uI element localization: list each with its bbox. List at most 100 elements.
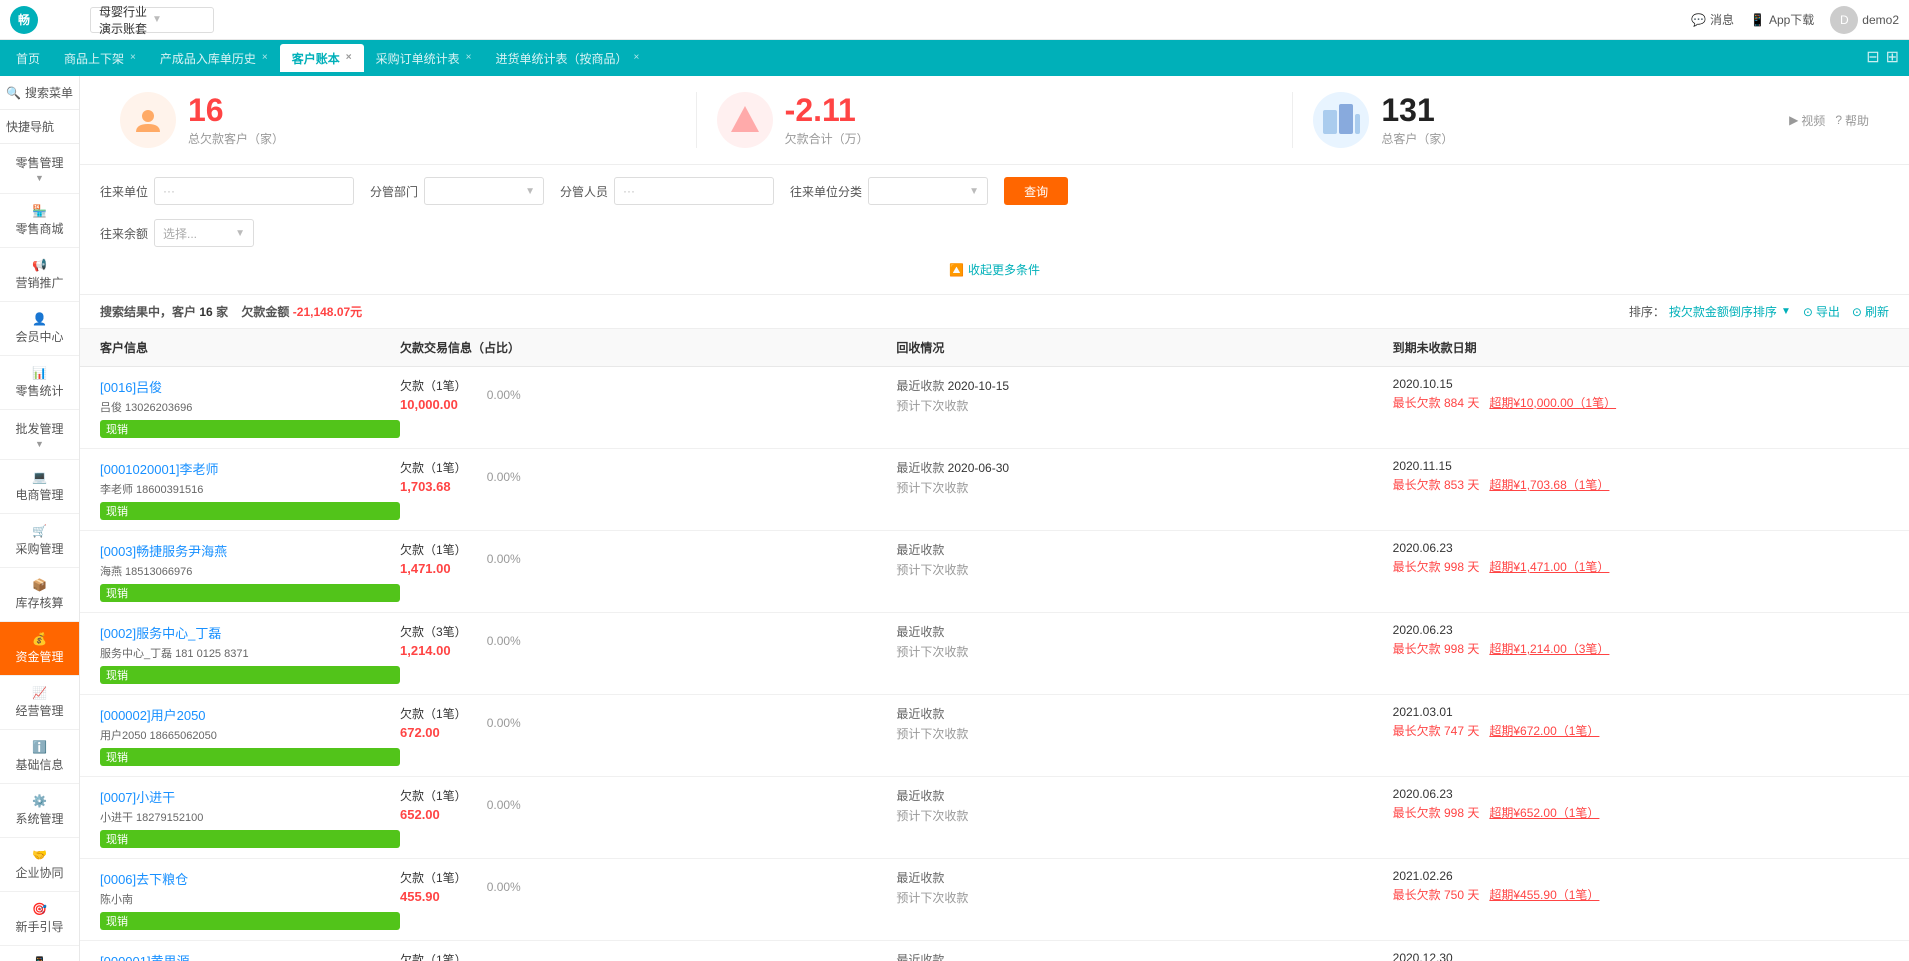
person-input[interactable]: ··· xyxy=(614,177,774,205)
overdue-info-cell: 2020.06.23 最长欠款 998 天 超期¥1,471.00（1笔） xyxy=(1393,541,1889,575)
sidebar-item-enterprise-coop[interactable]: 🤝 企业协同 xyxy=(0,838,79,892)
sort-control: 排序： 按欠款金额倒序排序 ▼ xyxy=(1629,303,1791,320)
tab-minimize-btn[interactable]: ⊟ xyxy=(1866,50,1879,66)
stat-info-total-customers: 131 总客户（家） xyxy=(1381,94,1453,147)
overdue-link[interactable]: 超期¥1,214.00（3笔） xyxy=(1489,642,1609,656)
message-icon: 💬 xyxy=(1691,13,1706,27)
customer-name-link[interactable]: [000001]黄思源 xyxy=(100,951,400,961)
overdue-link[interactable]: 超期¥1,703.68（1笔） xyxy=(1489,478,1609,492)
filter-row-2: 往来余额 选择... ▼ xyxy=(100,219,1889,247)
customer-name-link[interactable]: [0006]去下粮仓 xyxy=(100,869,400,888)
customer-info-cell: [0006]去下粮仓 陈小南 现销 xyxy=(100,869,400,930)
customer-name-link[interactable]: [000002]用户2050 xyxy=(100,705,400,724)
table-row: [0006]去下粮仓 陈小南 现销 欠款（1笔） 455.90 0.00% 最近… xyxy=(80,859,1909,941)
return-info-cell: 最近收款 预计下次收款 xyxy=(896,787,1392,824)
tab-close-icon[interactable]: × xyxy=(466,53,472,63)
table-row: [000002]用户2050 用户2050 18665062050 现销 欠款（… xyxy=(80,695,1909,777)
sidebar-item-newbie-guide[interactable]: 🎯 新手引导 xyxy=(0,892,79,946)
search-icon: 🔍 xyxy=(6,86,21,100)
overdue-link[interactable]: 超期¥1,471.00（1笔） xyxy=(1489,560,1609,574)
tab-bar-right: ⊟ ⊞ xyxy=(1866,50,1905,66)
person-label: 分管人员 xyxy=(560,183,608,200)
app-download-btn[interactable]: 📱 App下载 xyxy=(1750,11,1814,28)
last-return-label: 最近收款 2020-06-30 xyxy=(896,459,1392,476)
overdue-link[interactable]: 超期¥652.00（1笔） xyxy=(1489,806,1599,820)
tab-customer-account[interactable]: 客户账本 × xyxy=(280,44,364,72)
sidebar-item-business-mgmt[interactable]: 📈 经营管理 xyxy=(0,676,79,730)
tab-purchase-order[interactable]: 采购订单统计表 × xyxy=(364,44,484,72)
tab-expand-btn[interactable]: ⊞ xyxy=(1886,50,1899,66)
debt-amount: 1,471.00 xyxy=(400,561,467,576)
store-selector[interactable]: 母婴行业演示账套 ▼ xyxy=(90,7,214,33)
col-debt-info: 欠款交易信息（占比） xyxy=(400,339,896,356)
sidebar-item-inventory[interactable]: 📦 库存核算 xyxy=(0,568,79,622)
supplier-input[interactable]: ··· xyxy=(154,177,354,205)
last-return-label: 最近收款 xyxy=(896,869,1392,886)
query-button[interactable]: 查询 xyxy=(1004,177,1068,205)
due-date: 2020.06.23 xyxy=(1393,623,1889,637)
table: 客户信息 欠款交易信息（占比） 回收情况 到期未收款日期 [0016]吕俊 吕俊… xyxy=(80,329,1909,961)
customer-contact: 陈小南 xyxy=(100,891,400,907)
sidebar-item-finance[interactable]: 💰 资金管理 xyxy=(0,622,79,676)
sidebar-search[interactable]: 🔍 搜索菜单 xyxy=(0,76,79,110)
sidebar-item-retail-stats[interactable]: 📊 零售统计 xyxy=(0,356,79,410)
dept-select[interactable]: ▼ xyxy=(424,177,544,205)
refresh-btn[interactable]: ⊙ 刷新 xyxy=(1852,303,1889,320)
sort-arrow-icon[interactable]: ▼ xyxy=(1781,306,1791,317)
sidebar-quick-nav[interactable]: 快捷导航 xyxy=(0,110,79,144)
last-return-label: 最近收款 xyxy=(896,623,1392,640)
overdue-link[interactable]: 超期¥10,000.00（1笔） xyxy=(1489,396,1616,410)
status-badge: 现销 xyxy=(100,420,400,438)
tab-close-icon[interactable]: × xyxy=(633,53,639,63)
debt-info: 欠款（1笔） 10,000.00 xyxy=(400,377,467,412)
tab-inventory-stats[interactable]: 进货单统计表（按商品） × xyxy=(483,44,651,72)
customer-name-link[interactable]: [0001020001]李老师 xyxy=(100,459,400,478)
video-help-btn[interactable]: ▶ 视频 xyxy=(1789,112,1825,129)
tab-production-history-label: 产成品入库单历史 xyxy=(160,50,256,67)
content-area: 16 总欠款客户（家） -2.11 欠款合计（万） xyxy=(80,76,1909,961)
collapse-more-btn[interactable]: 🔼 收起更多条件 xyxy=(100,257,1889,282)
customer-name-link[interactable]: [0007]小进干 xyxy=(100,787,400,806)
debt-info-cell: 欠款（1笔） 429.00 0.00% xyxy=(400,951,896,961)
sidebar-item-batch-mgmt[interactable]: 批发管理 ▼ xyxy=(0,410,79,460)
balance-select[interactable]: 选择... ▼ xyxy=(154,219,254,247)
return-info-cell: 最近收款 预计下次收款 xyxy=(896,869,1392,906)
sidebar-item-marketing[interactable]: 📢 营销推广 xyxy=(0,248,79,302)
tab-close-icon[interactable]: × xyxy=(130,53,136,63)
filter-dots: ··· xyxy=(163,184,175,198)
table-row: [0007]小进干 小进干 18279152100 现销 欠款（1笔） 652.… xyxy=(80,777,1909,859)
sidebar-item-system-mgmt[interactable]: ⚙️ 系统管理 xyxy=(0,784,79,838)
return-info-cell: 最近收款 预计下次收款 xyxy=(896,541,1392,578)
overdue-days: 最长欠款 998 天 超期¥1,471.00（1笔） xyxy=(1393,558,1889,575)
sidebar-item-retail-mgmt[interactable]: 零售管理 ▼ xyxy=(0,144,79,194)
overdue-link[interactable]: 超期¥455.90（1笔） xyxy=(1489,888,1599,902)
tab-home[interactable]: 首页 xyxy=(4,44,52,72)
customer-name-link[interactable]: [0003]畅捷服务尹海燕 xyxy=(100,541,400,560)
debt-info-cell: 欠款（1笔） 1,471.00 0.00% xyxy=(400,541,896,576)
tab-close-icon[interactable]: × xyxy=(262,53,268,63)
return-info-cell: 最近收款 2020-10-15 预计下次收款 xyxy=(896,377,1392,414)
sidebar-item-purchase-mgmt[interactable]: 🛒 采购管理 xyxy=(0,514,79,568)
overdue-link[interactable]: 超期¥672.00（1笔） xyxy=(1489,724,1599,738)
sidebar-item-ecom-mgmt[interactable]: 💻 电商管理 xyxy=(0,460,79,514)
sidebar-item-app-center[interactable]: 📱 应用中心 xyxy=(0,946,79,961)
sidebar-item-retail-mall[interactable]: 🏪 零售商城 xyxy=(0,194,79,248)
tab-production-history[interactable]: 产成品入库单历史 × xyxy=(148,44,280,72)
message-btn[interactable]: 💬 消息 xyxy=(1691,11,1734,28)
debt-count: 欠款（1笔） xyxy=(400,951,467,961)
sidebar-item-member-center[interactable]: 👤 会员中心 xyxy=(0,302,79,356)
category-select[interactable]: ▼ xyxy=(868,177,988,205)
help-btn[interactable]: ? 帮助 xyxy=(1835,112,1869,129)
tab-close-icon[interactable]: × xyxy=(346,53,352,63)
sidebar-item-basic-info[interactable]: ℹ️ 基础信息 xyxy=(0,730,79,784)
last-return-label: 最近收款 xyxy=(896,951,1392,961)
debt-info: 欠款（1笔） 1,703.68 xyxy=(400,459,467,494)
debt-count: 欠款（1笔） xyxy=(400,377,467,394)
user-profile[interactable]: D demo2 xyxy=(1830,6,1899,34)
debt-info: 欠款（1笔） 429.00 xyxy=(400,951,467,961)
customer-name-link[interactable]: [0002]服务中心_丁磊 xyxy=(100,623,400,642)
customer-name-link[interactable]: [0016]吕俊 xyxy=(100,377,400,396)
stat-card-debt-amount: -2.11 欠款合计（万） xyxy=(697,92,1294,148)
export-btn[interactable]: ⊙ 导出 xyxy=(1803,303,1840,320)
tab-product-listing[interactable]: 商品上下架 × xyxy=(52,44,148,72)
